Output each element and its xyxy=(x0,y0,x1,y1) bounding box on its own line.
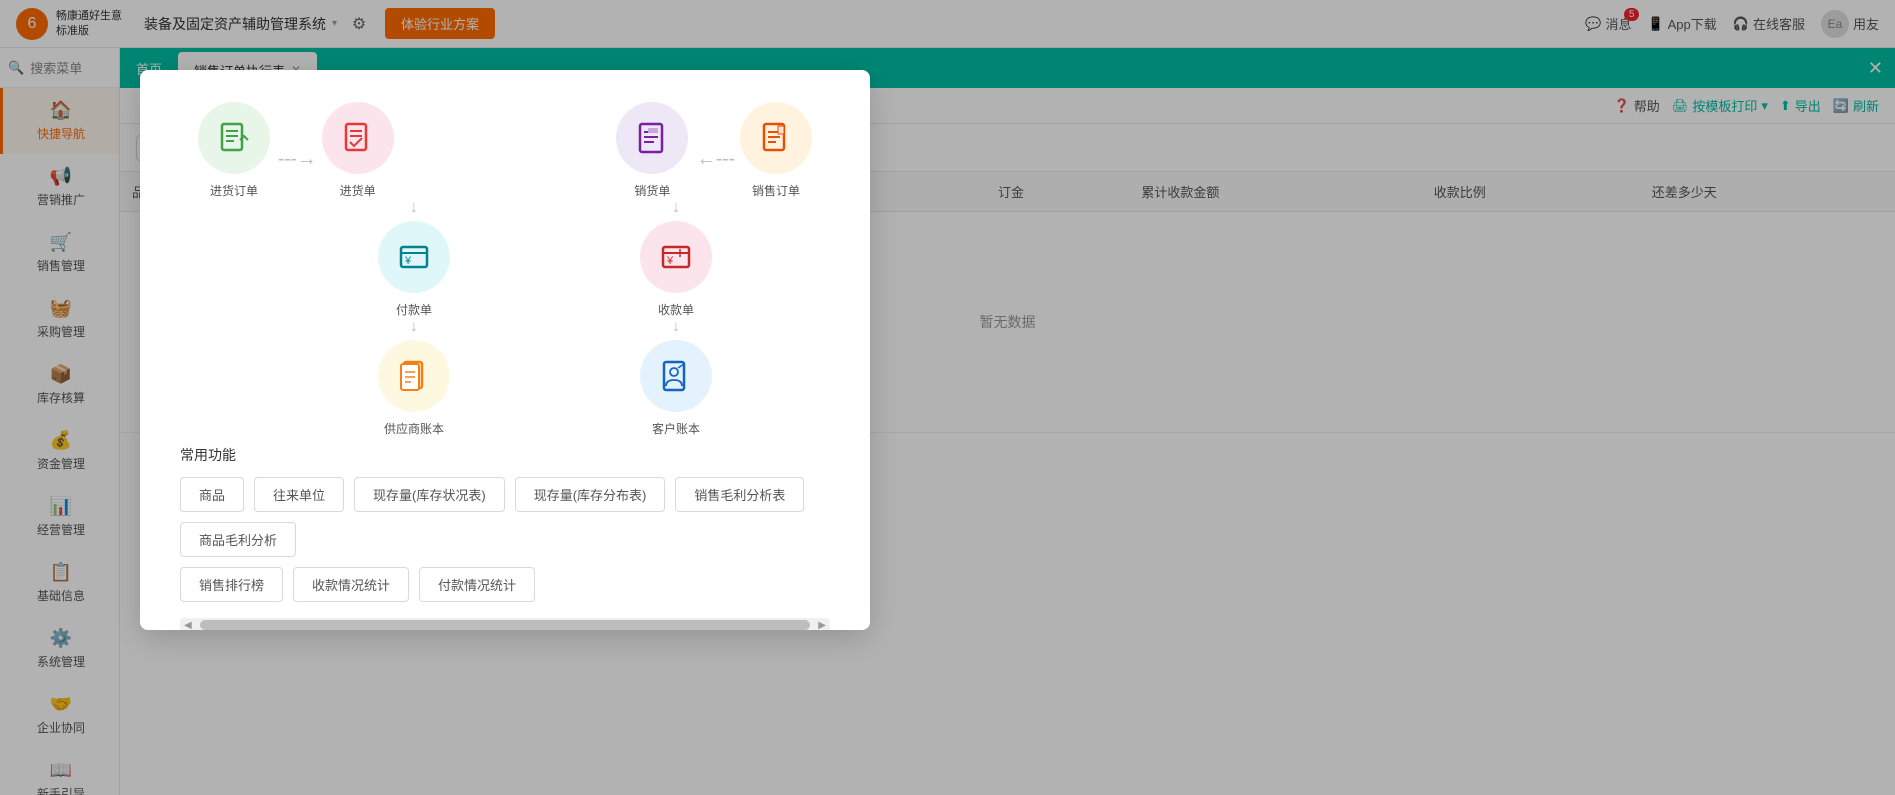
flow-node-sales-order[interactable]: 销售订单 xyxy=(740,102,812,199)
btn-counterpart[interactable]: 往来单位 xyxy=(254,477,344,512)
supplier-ledger-icon xyxy=(378,340,450,412)
flow-node-sales-bill[interactable]: 销货单 xyxy=(616,102,688,199)
sales-order-label: 销售订单 xyxy=(752,182,800,199)
purchase-order-label: 进货订单 xyxy=(210,182,258,199)
common-btns-row1: 商品 往来单位 现存量(库存状况表) 现存量(库存分布表) 销售毛利分析表 商品… xyxy=(180,477,830,557)
flow-node-purchase-bill[interactable]: 进货单 xyxy=(322,102,394,199)
svg-text:¥: ¥ xyxy=(404,255,412,267)
receipt-label: 收款单 xyxy=(658,301,694,318)
payment-icon: ¥ xyxy=(378,221,450,293)
arrow-v-down1: ↓ xyxy=(410,199,418,217)
flow-node-customer-ledger[interactable]: 客户账本 xyxy=(640,340,712,437)
scroll-thumb[interactable] xyxy=(200,620,811,630)
arrow-h1: - - - → xyxy=(278,148,314,171)
supplier-ledger-label: 供应商账本 xyxy=(384,420,444,437)
btn-sales-rank[interactable]: 销售排行榜 xyxy=(180,567,283,602)
sales-order-icon xyxy=(740,102,812,174)
receipt-icon: ¥ xyxy=(640,221,712,293)
arrow-v-down3: ↓ xyxy=(410,318,418,336)
purchase-order-icon xyxy=(198,102,270,174)
payment-col: ↓ ¥ 付款单 xyxy=(370,199,458,318)
customer-ledger-icon xyxy=(640,340,712,412)
btn-stock-status[interactable]: 现存量(库存状况表) xyxy=(354,477,505,512)
arrow-h2: ← - - - xyxy=(696,148,732,171)
customer-ledger-col: ↓ 客户账本 xyxy=(632,318,720,437)
btn-product[interactable]: 商品 xyxy=(180,477,244,512)
overlay[interactable]: 进货订单 - - - → 进货单 xyxy=(0,0,1895,795)
purchase-bill-icon xyxy=(322,102,394,174)
purchase-bill-label: 进货单 xyxy=(340,182,376,199)
customer-ledger-label: 客户账本 xyxy=(652,420,700,437)
btn-payment-stats[interactable]: 付款情况统计 xyxy=(419,567,535,602)
flow-node-purchase-order[interactable]: 进货订单 xyxy=(198,102,270,199)
btn-sales-profit-analysis[interactable]: 销售毛利分析表 xyxy=(675,477,804,512)
scroll-right-icon[interactable]: ▶ xyxy=(814,620,830,631)
dialog: 进货订单 - - - → 进货单 xyxy=(140,70,870,630)
common-functions-title: 常用功能 xyxy=(180,445,830,465)
scroll-left-icon[interactable]: ◀ xyxy=(180,620,196,631)
common-section: 常用功能 商品 往来单位 现存量(库存状况表) 现存量(库存分布表) 销售毛利分… xyxy=(180,445,830,602)
supplier-ledger-col: ↓ 供应商账本 xyxy=(370,318,458,437)
dialog-content: 进货订单 - - - → 进货单 xyxy=(140,70,870,630)
sales-bill-icon xyxy=(616,102,688,174)
btn-product-profit-analysis[interactable]: 商品毛利分析 xyxy=(180,522,296,557)
sales-bill-label: 销货单 xyxy=(634,182,670,199)
receipt-col: ↓ ¥ 收款单 xyxy=(632,199,720,318)
svg-text:¥: ¥ xyxy=(666,255,674,267)
arrow-v-down2: ↓ xyxy=(672,199,680,217)
payment-label: 付款单 xyxy=(396,301,432,318)
dialog-scrollbar[interactable]: ◀ ▶ xyxy=(180,618,830,630)
flow-node-supplier-ledger[interactable]: 供应商账本 xyxy=(378,340,450,437)
btn-receipt-stats[interactable]: 收款情况统计 xyxy=(293,567,409,602)
arrow-v-down4: ↓ xyxy=(672,318,680,336)
common-btns-row2: 销售排行榜 收款情况统计 付款情况统计 xyxy=(180,567,830,602)
btn-stock-distribution[interactable]: 现存量(库存分布表) xyxy=(515,477,666,512)
flow-diagram: 进货订单 - - - → 进货单 xyxy=(180,102,830,437)
flow-node-receipt[interactable]: ¥ 收款单 xyxy=(640,221,712,318)
flow-node-payment[interactable]: ¥ 付款单 xyxy=(378,221,450,318)
